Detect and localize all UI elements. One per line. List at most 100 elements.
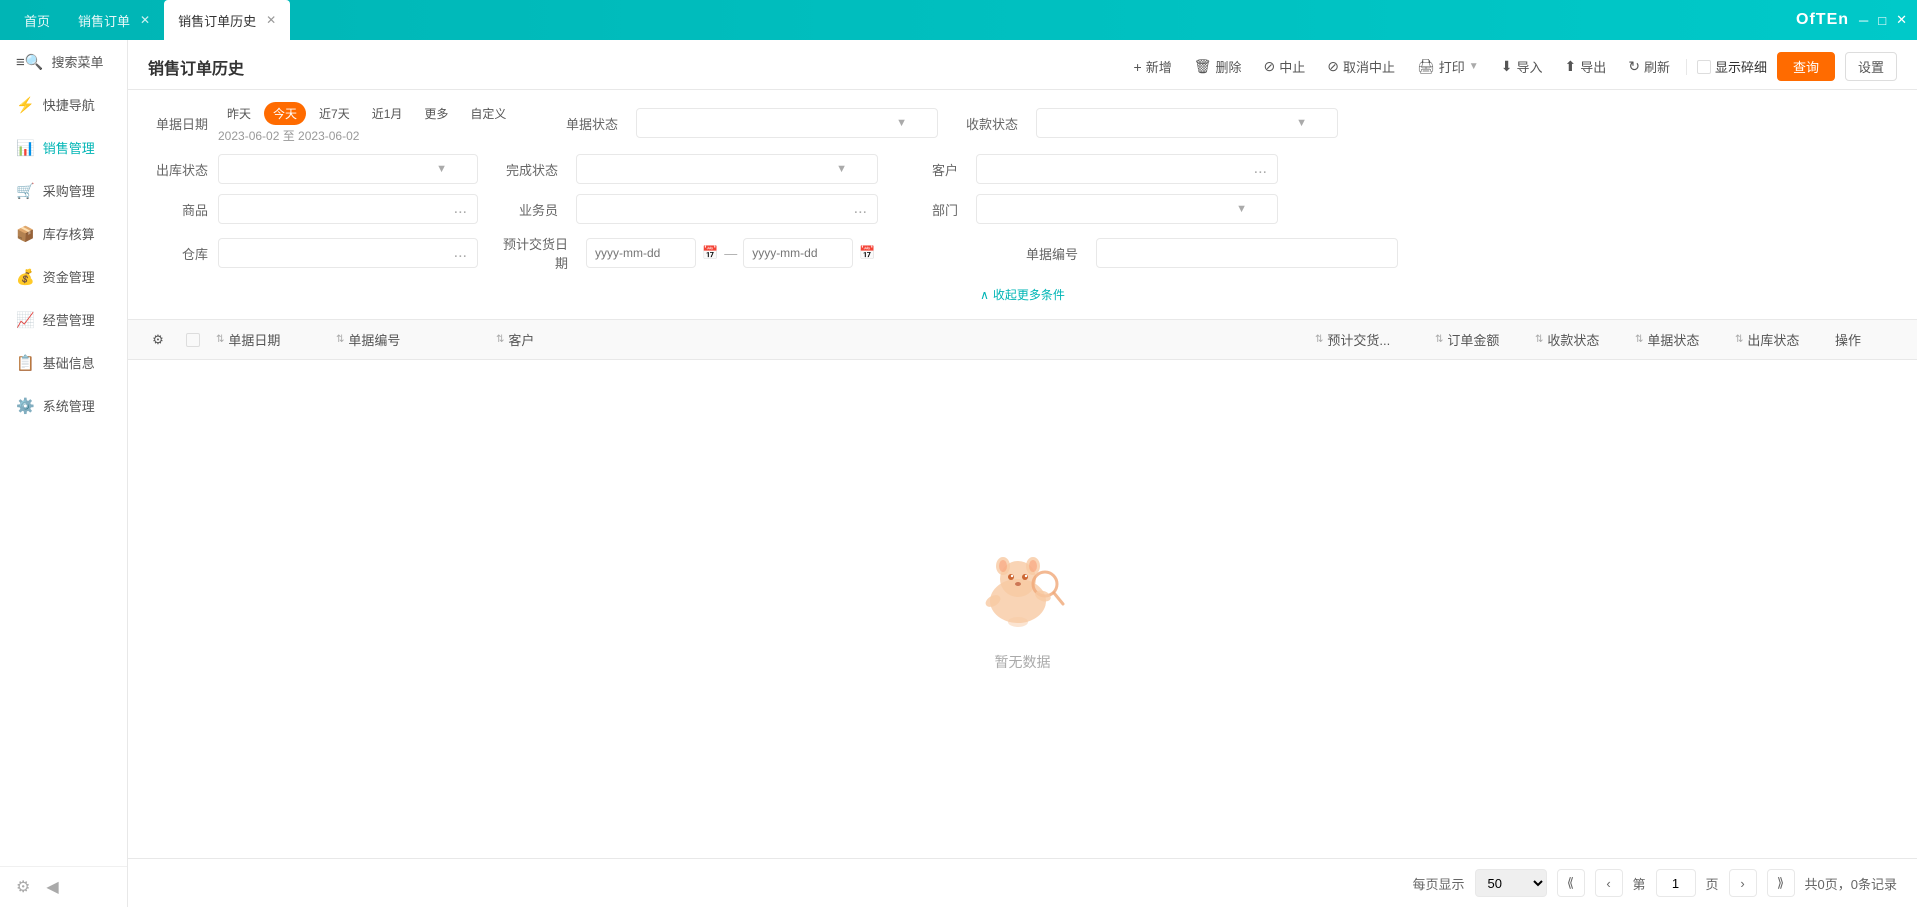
quick-nav-icon: ⚡ — [16, 96, 35, 114]
window-minimize[interactable]: ─ — [1859, 13, 1868, 28]
cancel-stop-icon: ⊘ — [1327, 58, 1339, 75]
total-info: 共0页，0条记录 — [1805, 874, 1897, 893]
sidebar-item-operations-label: 经营管理 — [43, 310, 95, 329]
product-dots[interactable]: ... — [454, 200, 467, 218]
window-close[interactable]: ✕ — [1896, 12, 1907, 28]
tab-sales-order-close[interactable]: ✕ — [140, 13, 150, 27]
th-delivery[interactable]: ⇅ 预计交货... — [1307, 330, 1427, 349]
tab-sales-order[interactable]: 销售订单 ✕ — [64, 0, 164, 40]
prev-page-icon: ‹ — [1606, 876, 1610, 891]
sidebar-item-purchase-mgmt[interactable]: 🛒 采购管理 — [0, 169, 127, 212]
collapse-button[interactable]: ∧ 收起更多条件 — [976, 282, 1069, 307]
top-bar: 首页 销售订单 ✕ 销售订单历史 ✕ OfTEn ─ □ ✕ — [0, 0, 1917, 40]
bill-number-input[interactable] — [1096, 238, 1398, 268]
th-out-status[interactable]: ⇅ 出库状态 — [1727, 330, 1827, 349]
sort-number-icon: ⇅ — [336, 334, 344, 345]
display-columns-toggle[interactable]: 显示碎细 — [1697, 57, 1767, 76]
tab-home[interactable]: 首页 — [10, 0, 64, 40]
sidebar-bottom: ⚙ ◀ — [0, 866, 127, 907]
last-page-button[interactable]: ⟫ — [1767, 869, 1795, 897]
payment-status-select[interactable]: ▼ — [1036, 108, 1338, 138]
table-settings-icon[interactable]: ⚙ — [152, 332, 164, 348]
sidebar-item-finance[interactable]: 💰 资金管理 — [0, 255, 127, 298]
brand-text: OfTEn — [1796, 11, 1849, 29]
out-status-select[interactable]: ▼ — [218, 154, 478, 184]
delete-button[interactable]: 🗑 删除 — [1188, 53, 1248, 80]
cancel-stop-button[interactable]: ⊘ 取消中止 — [1321, 53, 1401, 80]
first-page-button[interactable]: ⟪ — [1557, 869, 1585, 897]
salesperson-dots[interactable]: ... — [854, 200, 867, 218]
refresh-button[interactable]: ↻ 刷新 — [1622, 53, 1676, 80]
date-pill-custom[interactable]: 自定义 — [461, 102, 515, 125]
sidebar-item-inventory[interactable]: 📦 库存核算 — [0, 212, 127, 255]
sidebar-settings-icon[interactable]: ⚙ — [16, 877, 30, 897]
th-pay-status[interactable]: ⇅ 收款状态 — [1527, 330, 1627, 349]
export-button[interactable]: ⬆ 导出 — [1558, 53, 1612, 80]
sidebar-item-search-menu[interactable]: ≡🔍 搜索菜单 — [0, 40, 127, 83]
tab-sales-order-history-close[interactable]: ✕ — [266, 13, 276, 27]
sidebar-collapse-icon[interactable]: ◀ — [46, 877, 58, 897]
refresh-icon: ↻ — [1628, 58, 1640, 75]
date-pill-7days[interactable]: 近7天 — [310, 102, 359, 125]
finance-icon: 💰 — [16, 268, 35, 286]
date-pill-1month[interactable]: 近1月 — [363, 102, 412, 125]
th-checkbox[interactable] — [178, 333, 208, 347]
date-start-input[interactable] — [586, 238, 696, 268]
th-number-label: 单据编号 — [348, 330, 400, 349]
th-number[interactable]: ⇅ 单据编号 — [328, 330, 488, 349]
warehouse-input[interactable]: ... — [218, 238, 478, 268]
table-area: ⚙ ⇅ 单据日期 ⇅ 单据编号 ⇅ 客户 ⇅ — [128, 320, 1917, 858]
th-settings[interactable]: ⚙ — [138, 332, 178, 348]
top-bar-controls: OfTEn ─ □ ✕ — [1796, 11, 1907, 29]
product-input[interactable]: ... — [218, 194, 478, 224]
th-date[interactable]: ⇅ 单据日期 — [208, 330, 328, 349]
warehouse-dots[interactable]: ... — [454, 244, 467, 262]
sidebar-item-system[interactable]: ⚙️ 系统管理 — [0, 384, 127, 427]
import-button[interactable]: ⬇ 导入 — [1495, 53, 1549, 80]
bill-status-select[interactable]: ▼ — [636, 108, 938, 138]
sidebar-item-sales-mgmt[interactable]: 📊 销售管理 — [0, 126, 127, 169]
layout: ≡🔍 搜索菜单 ⚡ 快捷导航 📊 销售管理 🛒 采购管理 📦 库存核算 💰 资金… — [0, 40, 1917, 907]
complete-status-select[interactable]: ▼ — [576, 154, 878, 184]
prev-page-button[interactable]: ‹ — [1595, 869, 1623, 897]
th-pay-status-label: 收款状态 — [1547, 330, 1599, 349]
sort-bill-status-icon: ⇅ — [1635, 334, 1643, 345]
page-suffix: 页 — [1706, 874, 1719, 893]
page-header: 销售订单历史 + 新增 🗑 删除 ⊘ 中止 ⊘ 取消中止 — [128, 40, 1917, 90]
delete-icon: 🗑 — [1194, 58, 1212, 75]
date-end-input[interactable] — [743, 238, 853, 268]
cal-start-icon[interactable]: 📅 — [702, 245, 718, 261]
add-button[interactable]: + 新增 — [1128, 53, 1178, 80]
sort-date-icon: ⇅ — [216, 334, 224, 345]
stop-button[interactable]: ⊘ 中止 — [1258, 53, 1312, 80]
th-amount[interactable]: ⇅ 订单金额 — [1427, 330, 1527, 349]
th-bill-status[interactable]: ⇅ 单据状态 — [1627, 330, 1727, 349]
query-button[interactable]: 查询 — [1777, 52, 1835, 81]
sidebar-item-basic-info[interactable]: 📋 基础信息 — [0, 341, 127, 384]
print-button[interactable]: 🖨 打印 ▼ — [1411, 53, 1485, 80]
cal-end-icon[interactable]: 📅 — [859, 245, 875, 261]
customer-input[interactable]: ... — [976, 154, 1278, 184]
dept-select[interactable]: ▼ — [976, 194, 1278, 224]
collapse-up-icon: ∧ — [980, 288, 989, 302]
tab-sales-order-history[interactable]: 销售订单历史 ✕ — [164, 0, 290, 40]
sidebar-item-operations[interactable]: 📈 经营管理 — [0, 298, 127, 341]
next-page-button[interactable]: › — [1729, 869, 1757, 897]
th-customer[interactable]: ⇅ 客户 — [488, 330, 1307, 349]
out-status-arrow: ▼ — [436, 163, 447, 175]
sort-out-status-icon: ⇅ — [1735, 334, 1743, 345]
display-columns-checkbox[interactable] — [1697, 60, 1711, 74]
date-pill-more[interactable]: 更多 — [415, 102, 457, 125]
cancel-stop-label: 取消中止 — [1343, 57, 1395, 76]
date-pill-today[interactable]: 今天 — [264, 102, 306, 125]
window-maximize[interactable]: □ — [1878, 13, 1886, 28]
select-all-checkbox[interactable] — [186, 333, 200, 347]
page-number-input[interactable] — [1656, 869, 1696, 897]
th-bill-status-label: 单据状态 — [1647, 330, 1699, 349]
date-pill-yesterday[interactable]: 昨天 — [218, 102, 260, 125]
salesperson-input[interactable]: ... — [576, 194, 878, 224]
settings-button[interactable]: 设置 — [1845, 52, 1897, 81]
sidebar-item-quick-nav[interactable]: ⚡ 快捷导航 — [0, 83, 127, 126]
customer-dots[interactable]: ... — [1254, 160, 1267, 178]
per-page-select[interactable]: 50 20 100 — [1475, 869, 1547, 897]
